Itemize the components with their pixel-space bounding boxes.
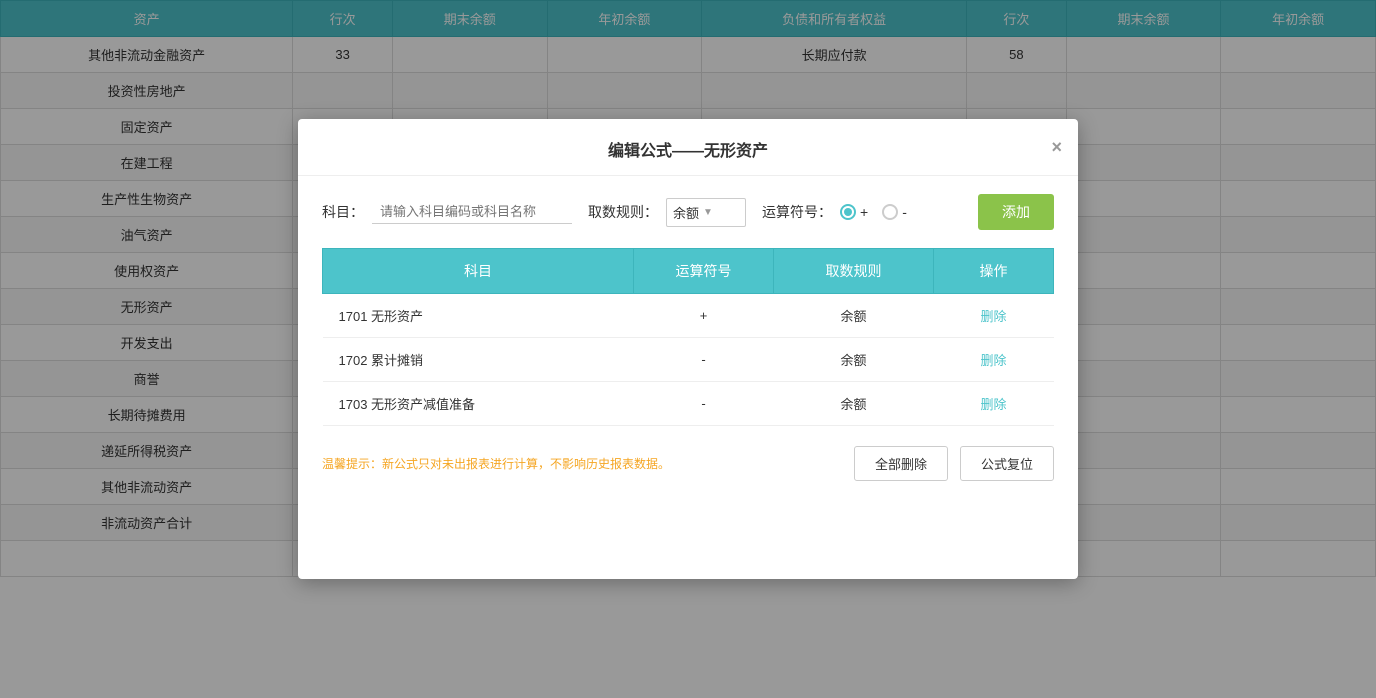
rule-group: 取数规则： 余额 ▼ — [588, 198, 746, 227]
operator-label: 运算符号： — [762, 202, 832, 222]
table-row: 1701 无形资产 + 余额 删除 — [323, 294, 1054, 338]
delete-row1-button[interactable]: 删除 — [980, 309, 1006, 324]
radio-plus-label: + — [860, 204, 868, 220]
rule-label: 取数规则： — [588, 202, 658, 222]
radio-plus[interactable]: + — [840, 204, 868, 220]
delete-all-button[interactable]: 全部删除 — [854, 446, 948, 481]
rule-value: 余额 — [673, 203, 699, 222]
delete-row3-button[interactable]: 删除 — [980, 397, 1006, 412]
row2-action: 删除 — [934, 338, 1054, 382]
modal-table-wrapper: 科目 运算符号 取数规则 操作 1701 无形资产 + 余额 删除 1702 累… — [298, 248, 1078, 426]
radio-plus-circle — [840, 204, 856, 220]
add-button[interactable]: 添加 — [978, 194, 1054, 230]
row1-operator: + — [634, 294, 774, 338]
col-rule: 取数规则 — [774, 249, 934, 294]
row2-operator: - — [634, 338, 774, 382]
modal-header: 编辑公式——无形资产 × — [298, 119, 1078, 176]
radio-minus[interactable]: - — [882, 204, 907, 220]
row3-rule: 余额 — [774, 382, 934, 426]
form-row: 科目： 取数规则： 余额 ▼ 运算符号： + — [298, 176, 1078, 248]
row3-action: 删除 — [934, 382, 1054, 426]
subject-label: 科目： — [322, 202, 364, 222]
row3-operator: - — [634, 382, 774, 426]
footer-buttons: 全部删除 公式复位 — [854, 446, 1054, 481]
subject-group: 科目： — [322, 200, 572, 224]
hint-text: 温馨提示：新公式只对未出报表进行计算，不影响历史报表数据。 — [322, 455, 670, 472]
modal-footer: 温馨提示：新公式只对未出报表进行计算，不影响历史报表数据。 全部删除 公式复位 — [298, 426, 1078, 491]
reset-button[interactable]: 公式复位 — [960, 446, 1054, 481]
row1-rule: 余额 — [774, 294, 934, 338]
row1-subject: 1701 无形资产 — [323, 294, 634, 338]
col-subject: 科目 — [323, 249, 634, 294]
operator-group: 运算符号： + - — [762, 202, 907, 222]
table-row: 1703 无形资产减值准备 - 余额 删除 — [323, 382, 1054, 426]
subject-input[interactable] — [372, 200, 572, 224]
modal-table: 科目 运算符号 取数规则 操作 1701 无形资产 + 余额 删除 1702 累… — [322, 248, 1054, 426]
dropdown-arrow-icon: ▼ — [703, 207, 713, 218]
row1-action: 删除 — [934, 294, 1054, 338]
row3-subject: 1703 无形资产减值准备 — [323, 382, 634, 426]
radio-minus-label: - — [902, 204, 907, 220]
delete-row2-button[interactable]: 删除 — [980, 353, 1006, 368]
close-button[interactable]: × — [1051, 138, 1062, 156]
col-operator: 运算符号 — [634, 249, 774, 294]
modal-dialog: 编辑公式——无形资产 × 科目： 取数规则： 余额 ▼ 运算符号： — [298, 119, 1078, 579]
table-row: 1702 累计摊销 - 余额 删除 — [323, 338, 1054, 382]
row2-rule: 余额 — [774, 338, 934, 382]
radio-group: + - — [840, 204, 907, 220]
rule-select[interactable]: 余额 ▼ — [666, 198, 746, 227]
col-action: 操作 — [934, 249, 1054, 294]
radio-minus-circle — [882, 204, 898, 220]
row2-subject: 1702 累计摊销 — [323, 338, 634, 382]
modal-overlay: 编辑公式——无形资产 × 科目： 取数规则： 余额 ▼ 运算符号： — [0, 0, 1376, 698]
modal-title: 编辑公式——无形资产 — [608, 143, 768, 160]
